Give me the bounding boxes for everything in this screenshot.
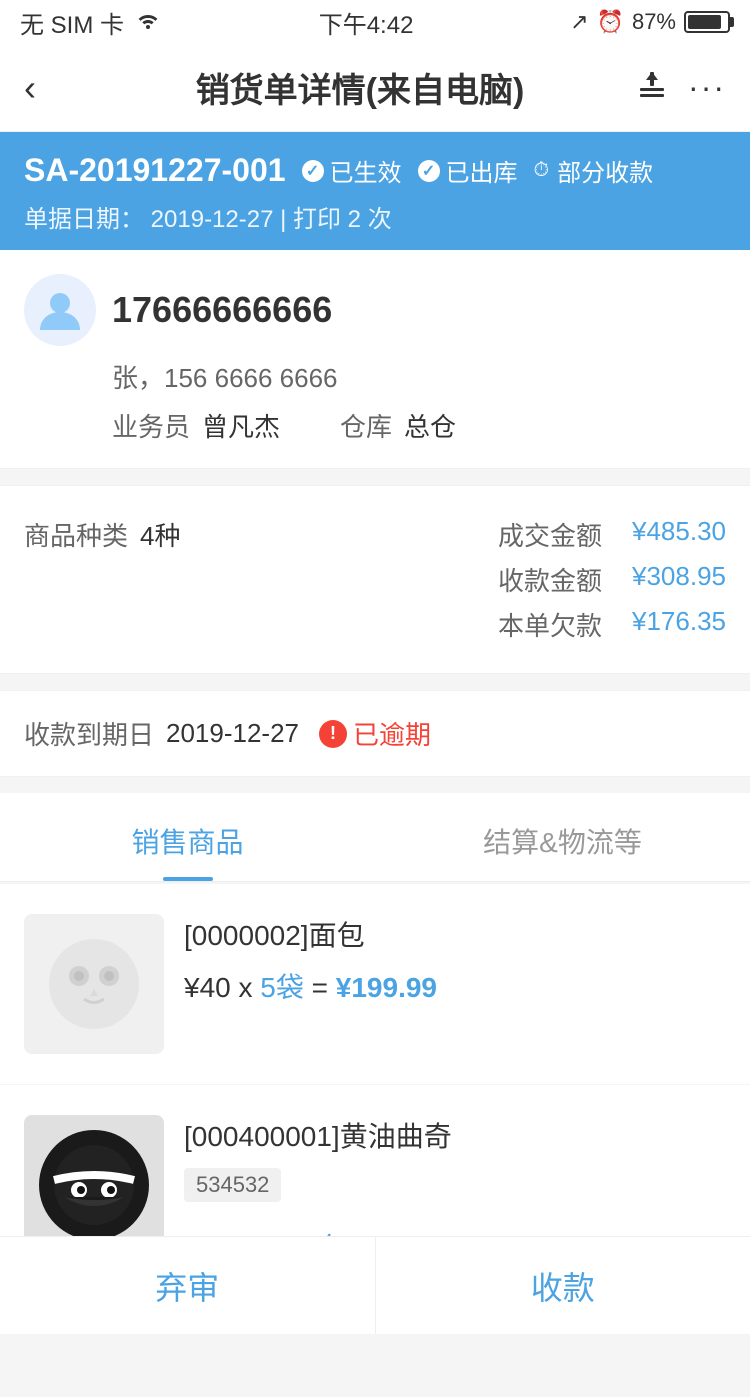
order-id: SA-20191227-001 — [24, 152, 286, 189]
product-thumb-1 — [24, 914, 164, 1054]
overdue-date: 2019-12-27 — [166, 718, 299, 749]
battery-percent: 87% — [632, 9, 676, 35]
tab-settlement[interactable]: 结算&物流等 — [375, 793, 750, 881]
staff-label: 业务员 — [112, 407, 190, 444]
product-sku-2: 534532 — [184, 1168, 281, 1202]
battery-fill — [688, 15, 721, 29]
product-price-1: ¥40 x 5袋 = ¥199.99 — [184, 966, 726, 1006]
more-button[interactable]: ··· — [688, 69, 726, 106]
debt-value: ¥176.35 — [632, 606, 726, 643]
header-banner: SA-20191227-001 ✓ 已生效 ✓ 已出库 ⏱ 部分收款 单据日期：… — [0, 132, 750, 250]
customer-section: 17666666666 张，156 6666 6666 业务员 曾凡杰 仓库 总… — [0, 250, 750, 469]
type-label: 商品种类 — [24, 516, 128, 553]
amount-value: ¥485.30 — [632, 516, 726, 553]
product-name-1: [0000002]面包 — [184, 914, 726, 954]
battery-icon — [684, 11, 730, 33]
order-date: 2019-12-27 — [151, 206, 274, 233]
bottom-actions: 弃审 收款 — [0, 1236, 750, 1334]
type-count: 4种 — [140, 516, 180, 553]
stats-right: 成交金额 ¥485.30 收款金额 ¥308.95 本单欠款 ¥176.35 — [498, 516, 726, 643]
alarm-icon: ⏰ — [597, 9, 624, 35]
stats-left: 商品种类 4种 — [24, 516, 180, 553]
collected-label: 收款金额 — [498, 561, 602, 598]
customer-detail: 张，156 6666 6666 — [112, 358, 726, 395]
list-item: [0000002]面包 ¥40 x 5袋 = ¥199.99 — [0, 884, 750, 1085]
product-total-1: ¥199.99 — [336, 972, 437, 1003]
amount-label: 成交金额 — [498, 516, 602, 553]
tab-products[interactable]: 销售商品 — [0, 793, 375, 881]
banner-date-row: 单据日期： 2019-12-27 | 打印 2 次 — [24, 199, 726, 234]
back-button[interactable]: ‹ — [24, 67, 84, 109]
staff-name: 曾凡杰 — [202, 407, 280, 444]
staff-item: 业务员 曾凡杰 — [112, 407, 280, 444]
collected-value: ¥308.95 — [632, 561, 726, 598]
status-bar: 无 SIM 卡 下午4:42 ↗ ⏰ 87% — [0, 0, 750, 44]
badge-active: ✓ 已生效 — [302, 153, 402, 188]
amount-line: 成交金额 ¥485.30 — [498, 516, 726, 553]
product-info-1: [0000002]面包 ¥40 x 5袋 = ¥199.99 — [184, 914, 726, 1006]
stats-row: 商品种类 4种 成交金额 ¥485.30 收款金额 ¥308.95 本单欠款 ¥… — [24, 516, 726, 643]
banner-row1: SA-20191227-001 ✓ 已生效 ✓ 已出库 ⏱ 部分收款 — [24, 152, 726, 189]
product-name-2: [000400001]黄油曲奇 — [184, 1115, 726, 1155]
product-thumb-2 — [24, 1115, 164, 1255]
export-button[interactable] — [636, 68, 668, 107]
status-time: 下午4:42 — [319, 5, 414, 40]
carrier-text: 无 SIM 卡 — [20, 5, 124, 40]
nav-actions: ··· — [636, 68, 726, 107]
status-left: 无 SIM 卡 — [20, 5, 162, 40]
debt-label: 本单欠款 — [498, 606, 602, 643]
print-info: | 打印 2 次 — [280, 206, 392, 233]
date-label: 单据日期： — [24, 206, 144, 233]
badge-partial: ⏱ 部分收款 — [534, 153, 654, 188]
nav-bar: ‹ 销货单详情(来自电脑) ··· — [0, 44, 750, 132]
tabs-section: 销售商品 结算&物流等 — [0, 793, 750, 882]
wifi-icon — [134, 8, 162, 36]
overdue-text: 已逾期 — [353, 715, 431, 752]
badge-shipped: ✓ 已出库 — [418, 153, 518, 188]
tabs-row: 销售商品 结算&物流等 — [0, 793, 750, 881]
stats-section: 商品种类 4种 成交金额 ¥485.30 收款金额 ¥308.95 本单欠款 ¥… — [0, 485, 750, 674]
overdue-section: 收款到期日 2019-12-27 ! 已逾期 — [0, 690, 750, 777]
collected-line: 收款金额 ¥308.95 — [498, 561, 726, 598]
warehouse-item: 仓库 总仓 — [340, 407, 456, 444]
clock-icon: ⏱ — [534, 159, 550, 182]
debt-line: 本单欠款 ¥176.35 — [498, 606, 726, 643]
avatar — [24, 274, 96, 346]
customer-id: 17666666666 — [112, 289, 332, 331]
status-right: ↗ ⏰ 87% — [570, 9, 730, 35]
overdue-badge: ! 已逾期 — [319, 715, 431, 752]
stats-kind: 商品种类 4种 — [24, 516, 180, 553]
check-icon-2: ✓ — [418, 160, 440, 182]
customer-row: 17666666666 — [24, 274, 726, 346]
overdue-label: 收款到期日 — [24, 715, 154, 752]
check-icon: ✓ — [302, 160, 324, 182]
cancel-button[interactable]: 弃审 — [0, 1237, 376, 1334]
confirm-button[interactable]: 收款 — [376, 1237, 750, 1334]
page-title: 销货单详情(来自电脑) — [196, 63, 525, 112]
customer-meta: 业务员 曾凡杰 仓库 总仓 — [112, 407, 726, 444]
product-qty-1: 5袋 — [260, 972, 304, 1003]
overdue-icon: ! — [319, 720, 347, 748]
warehouse-label: 仓库 — [340, 407, 392, 444]
location-icon: ↗ — [570, 9, 588, 35]
warehouse-name: 总仓 — [404, 407, 456, 444]
